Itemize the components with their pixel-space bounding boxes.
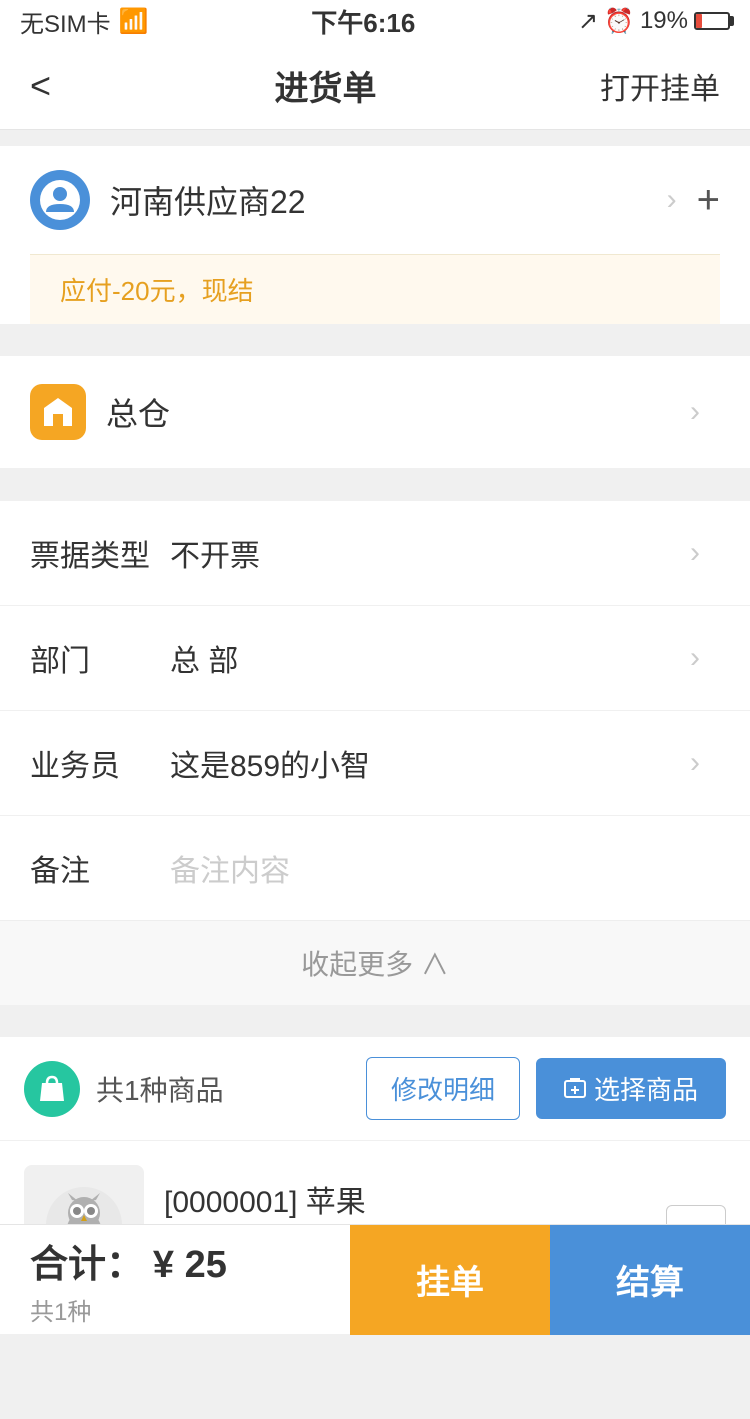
warehouse-icon [30,384,86,440]
divider-2 [0,469,750,485]
hang-button[interactable]: 挂单 [350,1225,550,1335]
total-value: ¥ 25 [153,1244,227,1286]
product-header: 共1种商品 修改明细 选择商品 [0,1037,750,1141]
select-product-button[interactable]: 选择商品 [536,1058,726,1119]
product-count-text: 共1种商品 [96,1069,366,1109]
invoice-type-chevron-icon: › [690,536,700,570]
remark-row[interactable]: 备注 备注内容 [0,816,750,920]
form-section: 票据类型 不开票 › 部门 总 部 › 业务员 这是859的小智 › 备注 备注… [0,501,750,920]
back-button[interactable]: < [30,65,51,107]
product-section-icon [24,1061,80,1117]
divider-top [0,130,750,146]
location-icon: ↗ [578,7,598,36]
status-right: ↗ ⏰ 19% [578,7,730,36]
supplier-avatar [30,170,90,230]
status-time: 下午6:16 [311,3,415,40]
supplier-avatar-icon [40,180,80,220]
open-hang-button[interactable]: 打开挂单 [600,64,720,108]
divider-3 [0,1005,750,1021]
nav-bar: < 进货单 打开挂单 [0,42,750,130]
salesperson-chevron-icon: › [690,746,700,780]
wifi-icon: 📶 [119,7,149,36]
status-left: 无SIM卡 📶 [20,4,149,39]
total-count-display: 共1种 [30,1292,320,1327]
battery-icon [694,12,730,30]
select-product-icon [564,1078,586,1100]
supplier-info-bar: 应付-20元，现结 [30,254,720,324]
supplier-name: 河南供应商22 [110,177,667,223]
invoice-type-row[interactable]: 票据类型 不开票 › [0,501,750,606]
supplier-section: 河南供应商22 › + 应付-20元，现结 [0,146,750,324]
department-label: 部门 [30,636,170,680]
warehouse-row[interactable]: 总仓 › [0,356,750,469]
warehouse-name: 总仓 [106,389,690,435]
remark-placeholder: 备注内容 [170,846,720,890]
status-bar: 无SIM卡 📶 下午6:16 ↗ ⏰ 19% [0,0,750,42]
page-title: 进货单 [275,61,377,110]
remark-label: 备注 [30,846,170,890]
total-amount-display: 合计： ¥ 25 [30,1233,320,1288]
bottom-bar: 合计： ¥ 25 共1种 挂单 结算 [0,1224,750,1334]
select-product-label: 选择商品 [594,1070,698,1107]
salesperson-value: 这是859的小智 [170,741,690,785]
collapse-bar[interactable]: 收起更多 ∧ [0,920,750,1005]
department-row[interactable]: 部门 总 部 › [0,606,750,711]
alarm-icon: ⏰ [604,7,634,36]
checkout-button[interactable]: 结算 [550,1225,750,1335]
warehouse-section: 总仓 › [0,356,750,469]
salesperson-row[interactable]: 业务员 这是859的小智 › [0,711,750,816]
battery-text: 19% [640,7,688,35]
warehouse-chevron-icon: › [690,395,700,429]
bottom-total: 合计： ¥ 25 共1种 [0,1233,350,1327]
total-label: 合计： [30,1244,144,1286]
add-supplier-button[interactable]: + [697,178,720,223]
department-value: 总 部 [170,636,690,680]
product-name: [0000001] 苹果 [164,1177,666,1221]
department-chevron-icon: › [690,641,700,675]
supplier-chevron-icon: › [667,183,677,217]
invoice-type-label: 票据类型 [30,531,170,575]
salesperson-label: 业务员 [30,741,170,785]
edit-details-button[interactable]: 修改明细 [366,1057,520,1120]
divider-1 [0,324,750,340]
supplier-row[interactable]: 河南供应商22 › + [30,146,720,254]
invoice-type-value: 不开票 [170,531,690,575]
carrier-text: 无SIM卡 [20,4,111,39]
